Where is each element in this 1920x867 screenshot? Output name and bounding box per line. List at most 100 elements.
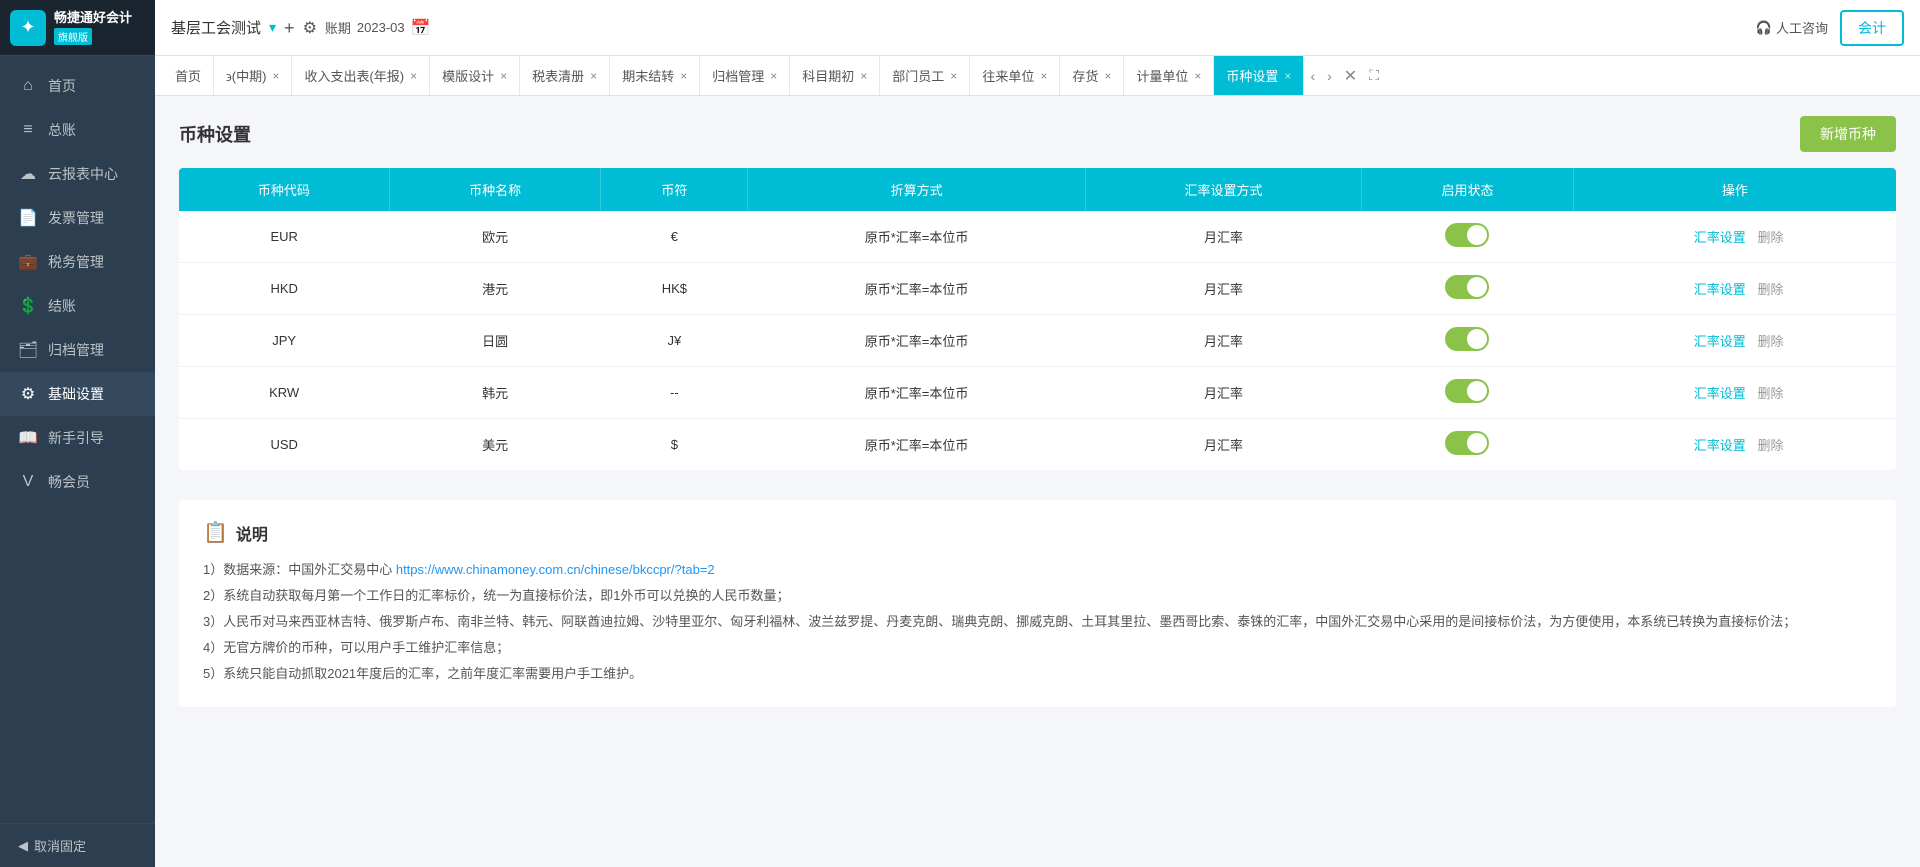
cell-name: 美元	[389, 419, 601, 471]
tab-close-icon[interactable]: ×	[590, 69, 597, 83]
rate-settings-button[interactable]: 汇率设置	[1694, 331, 1746, 350]
cell-actions: 汇率设置 删除	[1573, 367, 1896, 419]
tab-expand-button[interactable]: ⛶	[1363, 67, 1385, 84]
cell-enabled	[1362, 367, 1574, 419]
rate-settings-button[interactable]: 汇率设置	[1694, 383, 1746, 402]
company-dropdown-icon[interactable]: ▾	[269, 19, 276, 36]
delete-button[interactable]: 删除	[1757, 279, 1783, 298]
tab-往来单位[interactable]: 往来单位 ×	[970, 56, 1060, 96]
notes-link[interactable]: https://www.chinamoney.com.cn/chinese/bk…	[396, 562, 715, 577]
tab-label: 期末结转	[622, 66, 674, 85]
tab-close-icon[interactable]: ×	[860, 69, 867, 83]
toggle-thumb	[1467, 277, 1487, 297]
tab-税表清册[interactable]: 税表清册 ×	[520, 56, 610, 96]
rate-settings-button[interactable]: 汇率设置	[1694, 279, 1746, 298]
tab-close-icon[interactable]: ×	[1284, 69, 1291, 83]
sidebar-nav: ⌂ 首页 ≡ 总账 ☁ 云报表中心 📄 发票管理 💼 税务管理 💲 结账 🗂 归…	[0, 56, 155, 823]
tab-close-icon[interactable]: ×	[950, 69, 957, 83]
sidebar-item-settings[interactable]: ⚙ 基础设置	[0, 372, 155, 416]
toggle-enabled[interactable]	[1445, 431, 1489, 455]
toggle-enabled[interactable]	[1445, 223, 1489, 247]
tab-close-icon[interactable]: ×	[500, 69, 507, 83]
toggle-enabled[interactable]	[1445, 275, 1489, 299]
col-币符: 币符	[601, 168, 748, 211]
cell-enabled	[1362, 419, 1574, 471]
tab-close-icon[interactable]: ×	[1104, 69, 1111, 83]
tab-币种设置[interactable]: 币种设置 ×	[1214, 56, 1304, 96]
tab-prev-button[interactable]: ‹	[1304, 68, 1321, 84]
notes-list: 1）数据来源：中国外汇交易中心 https://www.chinamoney.c…	[203, 557, 1872, 687]
tab-计量单位[interactable]: 计量单位 ×	[1124, 56, 1214, 96]
tab-϶(中期)[interactable]: ϶(中期) ×	[214, 56, 292, 96]
header-right: 🎧 人工咨询 会计	[1756, 10, 1904, 46]
tab-close-icon[interactable]: ×	[410, 69, 417, 83]
tab-close-icon[interactable]: ×	[272, 69, 279, 83]
rate-settings-button[interactable]: 汇率设置	[1694, 435, 1746, 454]
delete-button[interactable]: 删除	[1757, 435, 1783, 454]
cell-name: 港元	[389, 263, 601, 315]
tab-存货[interactable]: 存货 ×	[1060, 56, 1124, 96]
period-value: 2023-03	[357, 20, 405, 35]
calendar-icon[interactable]: 📅	[411, 18, 431, 38]
tab-归档管理[interactable]: 归档管理 ×	[700, 56, 790, 96]
rate-settings-button[interactable]: 汇率设置	[1694, 227, 1746, 246]
archive-icon: 🗂	[18, 340, 38, 360]
delete-button[interactable]: 删除	[1757, 227, 1783, 246]
sidebar-pin-toggle[interactable]: ◀ 取消固定	[0, 823, 155, 867]
notes-icon: 📋	[203, 520, 228, 545]
sidebar-item-member[interactable]: V 畅会员	[0, 460, 155, 504]
main-area: 基层工会测试 ▾ + ⚙ 账期 2023-03 📅 🎧 人工咨询 会计 首页϶(…	[155, 0, 1920, 867]
company-settings-icon[interactable]: ⚙	[303, 18, 317, 38]
support-button[interactable]: 🎧 人工咨询	[1756, 18, 1828, 37]
tab-close-icon[interactable]: ×	[1194, 69, 1201, 83]
sidebar-item-tax[interactable]: 💼 税务管理	[0, 240, 155, 284]
sidebar-item-home[interactable]: ⌂ 首页	[0, 64, 155, 108]
sidebar-item-ledger[interactable]: ≡ 总账	[0, 108, 155, 152]
toggle-track	[1445, 223, 1489, 247]
sidebar-item-archive[interactable]: 🗂 归档管理	[0, 328, 155, 372]
tab-科目期初[interactable]: 科目期初 ×	[790, 56, 880, 96]
add-company-icon[interactable]: +	[284, 19, 295, 37]
tab-close-all-button[interactable]: ✕	[1338, 66, 1363, 86]
toggle-enabled[interactable]	[1445, 327, 1489, 351]
tab-首页[interactable]: 首页	[163, 56, 214, 96]
cell-code: HKD	[179, 263, 389, 315]
sidebar-item-settle[interactable]: 💲 结账	[0, 284, 155, 328]
tab-收入支出表(年报)[interactable]: 收入支出表(年报) ×	[292, 56, 430, 96]
accounting-button[interactable]: 会计	[1840, 10, 1904, 46]
cell-actions: 汇率设置 删除	[1573, 315, 1896, 367]
cell-actions: 汇率设置 删除	[1573, 263, 1896, 315]
toggle-enabled[interactable]	[1445, 379, 1489, 403]
sidebar-item-cloud-reports[interactable]: ☁ 云报表中心	[0, 152, 155, 196]
cell-rate-type: 月汇率	[1085, 315, 1361, 367]
sidebar-footer-label: 取消固定	[34, 836, 86, 855]
tab-close-icon[interactable]: ×	[770, 69, 777, 83]
tab-label: 部门员工	[892, 66, 944, 85]
col-操作: 操作	[1573, 168, 1896, 211]
sidebar-item-invoice[interactable]: 📄 发票管理	[0, 196, 155, 240]
cell-rate-type: 月汇率	[1085, 419, 1361, 471]
settings-icon: ⚙	[18, 384, 38, 404]
tab-模版设计[interactable]: 模版设计 ×	[430, 56, 520, 96]
cell-name: 日圆	[389, 315, 601, 367]
cell-name: 韩元	[389, 367, 601, 419]
notes-item-4: 5）系统只能自动抓取2021年度后的汇率，之前年度汇率需要用户手工维护。	[203, 661, 1872, 687]
sidebar-label-invoice: 发票管理	[48, 208, 104, 228]
col-币种代码: 币种代码	[179, 168, 389, 211]
tab-期末结转[interactable]: 期末结转 ×	[610, 56, 700, 96]
tab-label: 税表清册	[532, 66, 584, 85]
sidebar-item-guide[interactable]: 📖 新手引导	[0, 416, 155, 460]
content-area: 币种设置 新增币种 币种代码币种名称币符折算方式汇率设置方式启用状态操作 EUR…	[155, 96, 1920, 867]
toggle-track	[1445, 327, 1489, 351]
delete-button[interactable]: 删除	[1757, 331, 1783, 350]
tab-close-icon[interactable]: ×	[680, 69, 687, 83]
tab-next-button[interactable]: ›	[1321, 68, 1338, 84]
table-row: EUR 欧元 € 原币*汇率=本位币 月汇率 汇率设置 删除	[179, 211, 1896, 263]
delete-button[interactable]: 删除	[1757, 383, 1783, 402]
new-currency-button[interactable]: 新增币种	[1800, 116, 1896, 152]
cell-code: EUR	[179, 211, 389, 263]
headset-icon: 🎧	[1756, 20, 1772, 36]
tab-部门员工[interactable]: 部门员工 ×	[880, 56, 970, 96]
col-汇率设置方式: 汇率设置方式	[1085, 168, 1361, 211]
tab-close-icon[interactable]: ×	[1040, 69, 1047, 83]
